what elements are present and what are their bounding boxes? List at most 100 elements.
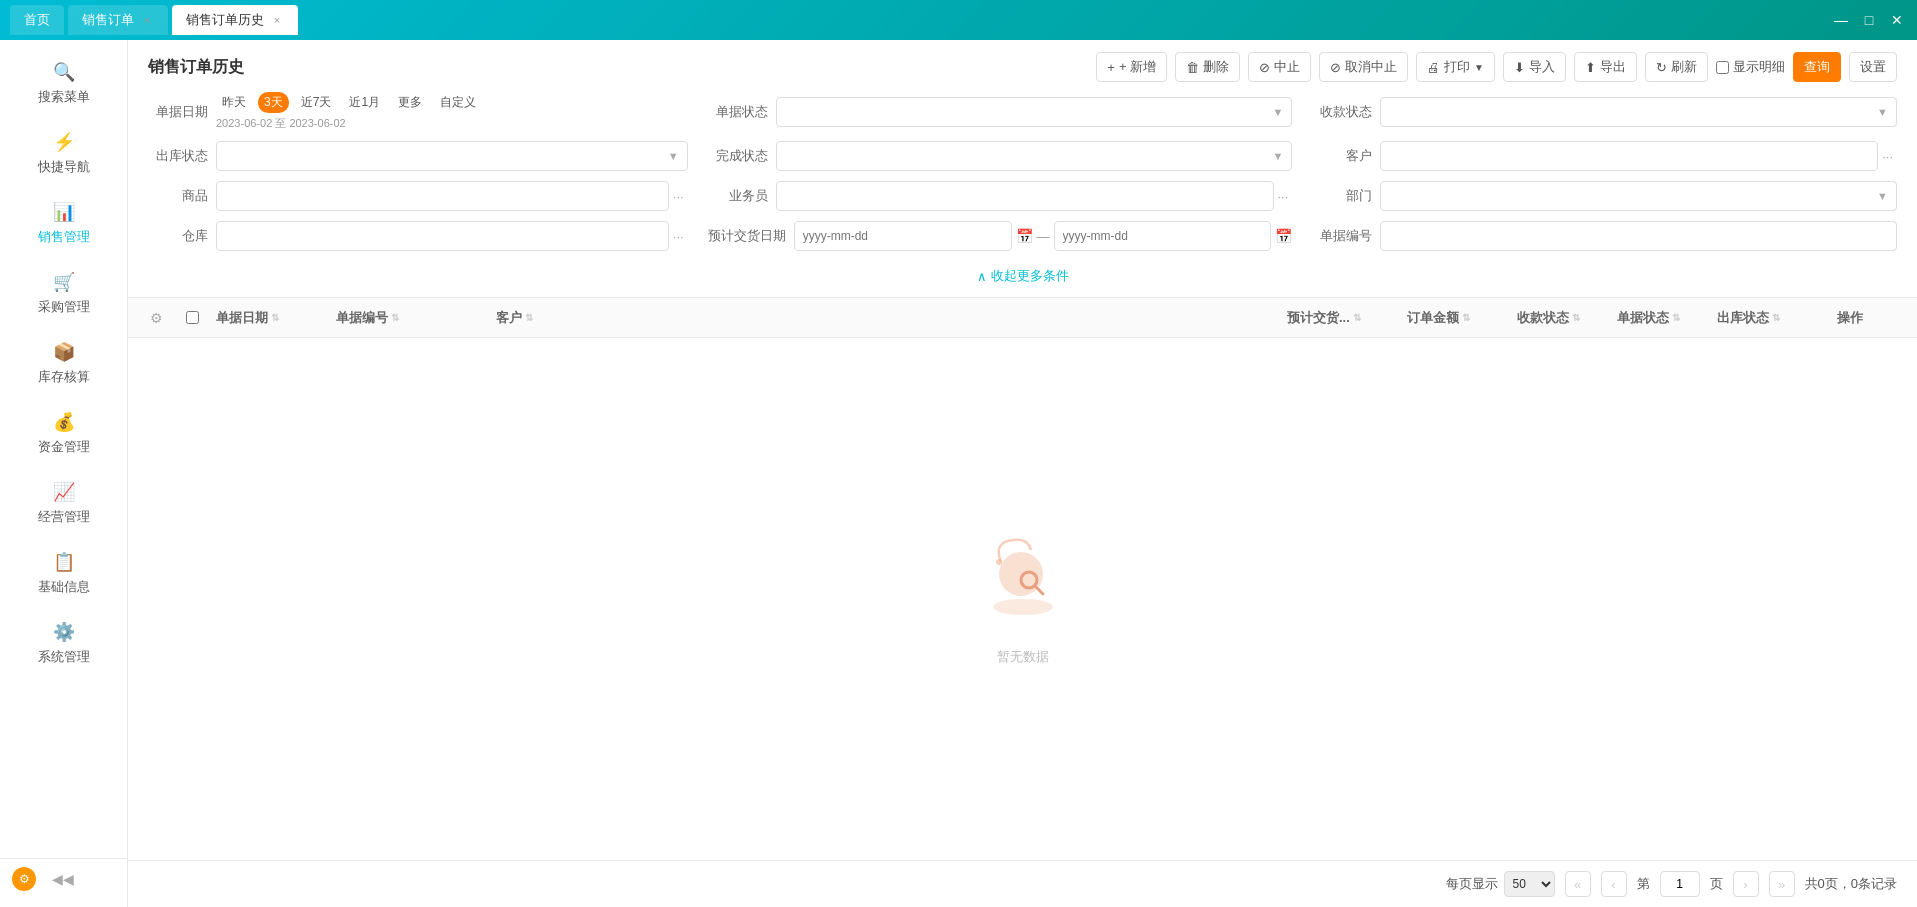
table-settings-icon[interactable]: ⚙ (150, 310, 163, 326)
doc-status-select[interactable]: ▼ (776, 97, 1293, 127)
col-receipt-status[interactable]: 收款状态 ⇅ (1509, 309, 1609, 327)
warehouse-input[interactable] (216, 221, 669, 251)
window-controls: — □ ✕ (1831, 10, 1907, 30)
display-detail-input[interactable] (1716, 61, 1729, 74)
product-label: 商品 (148, 187, 208, 205)
col-delivery-status[interactable]: 出库状态 ⇅ (1709, 309, 1829, 327)
col-doc-date-label: 单据日期 (216, 309, 268, 327)
date-tab-1month[interactable]: 近1月 (343, 92, 386, 113)
col-doc-no[interactable]: 单据编号 ⇅ (328, 309, 488, 327)
settings-button[interactable]: 设置 (1849, 52, 1897, 82)
query-button[interactable]: 查询 (1793, 52, 1841, 82)
tab-home-label: 首页 (24, 11, 50, 29)
sales-mgmt-icon: 📊 (52, 200, 76, 224)
sidebar-settings-icon[interactable]: ⚙ (12, 867, 36, 891)
date-tab-7days[interactable]: 近7天 (295, 92, 338, 113)
sidebar-item-inventory[interactable]: 📦 库存核算 (0, 328, 127, 398)
col-doc-date[interactable]: 单据日期 ⇅ (208, 309, 328, 327)
close-button[interactable]: ✕ (1887, 10, 1907, 30)
customer-input[interactable] (1380, 141, 1878, 171)
select-all-checkbox[interactable] (186, 311, 199, 324)
page-number-input[interactable] (1660, 871, 1700, 897)
completion-status-label: 完成状态 (708, 147, 768, 165)
new-button[interactable]: + + 新增 (1096, 52, 1167, 82)
sidebar-item-sales-mgmt[interactable]: 📊 销售管理 (0, 188, 127, 258)
filter-product: 商品 ··· (148, 181, 688, 211)
print-button[interactable]: 🖨 打印 ▼ (1416, 52, 1495, 82)
print-icon: 🖨 (1427, 60, 1440, 75)
collapse-button[interactable]: ∧ 收起更多条件 (148, 261, 1897, 285)
expected-delivery-label: 预计交货日期 (708, 227, 786, 245)
department-arrow-icon: ▼ (1877, 190, 1888, 202)
next-page-button[interactable]: › (1733, 871, 1759, 897)
page-label-before: 第 (1637, 875, 1650, 893)
date-tab-custom[interactable]: 自定义 (434, 92, 482, 113)
sidebar-collapse-icon[interactable]: ◀◀ (52, 871, 74, 887)
prev-page-button[interactable]: ‹ (1601, 871, 1627, 897)
tab-home[interactable]: 首页 (10, 5, 64, 35)
doc-number-input[interactable] (1380, 221, 1897, 251)
maximize-button[interactable]: □ (1859, 10, 1879, 30)
sidebar-item-basic-info[interactable]: 📋 基础信息 (0, 538, 127, 608)
last-page-button[interactable]: » (1769, 871, 1795, 897)
calendar-from-icon[interactable]: 📅 (1016, 228, 1033, 244)
completion-status-select[interactable]: ▼ (776, 141, 1293, 171)
filter-row-4: 仓库 ··· 预计交货日期 📅 — 📅 (148, 221, 1897, 251)
date-tab-3days[interactable]: 3天 (258, 92, 289, 113)
tab-sales-order-history-close[interactable]: × (270, 13, 284, 27)
refresh-button[interactable]: ↻ 刷新 (1645, 52, 1708, 82)
search-menu-icon: 🔍 (52, 60, 76, 84)
product-input[interactable] (216, 181, 669, 211)
customer-ellipsis-icon[interactable]: ··· (1878, 149, 1897, 164)
sidebar-item-sys-mgmt[interactable]: ⚙️ 系统管理 (0, 608, 127, 678)
col-customer[interactable]: 客户 ⇅ (488, 309, 1279, 327)
product-ellipsis-icon[interactable]: ··· (669, 189, 688, 204)
tab-sales-order-history[interactable]: 销售订单历史 × (172, 5, 298, 35)
cancel-stop-button[interactable]: ⊘ 取消中止 (1319, 52, 1408, 82)
tab-sales-order-close[interactable]: × (140, 13, 154, 27)
sidebar-item-basic-info-label: 基础信息 (38, 578, 90, 596)
delete-button[interactable]: 🗑 删除 (1175, 52, 1240, 82)
page-size-wrap: 每页显示 10 20 50 100 (1446, 871, 1555, 897)
receipt-status-select[interactable]: ▼ (1380, 97, 1897, 127)
first-page-button[interactable]: « (1565, 871, 1591, 897)
department-select[interactable]: ▼ (1380, 181, 1897, 211)
col-expected-delivery[interactable]: 预计交货... ⇅ (1279, 309, 1399, 327)
sales-rep-input[interactable] (776, 181, 1274, 211)
delete-icon: 🗑 (1186, 60, 1199, 75)
filter-completion-status: 完成状态 ▼ (708, 141, 1293, 171)
import-button[interactable]: ⬇ 导入 (1503, 52, 1566, 82)
first-page-icon: « (1574, 877, 1581, 892)
date-tab-more[interactable]: 更多 (392, 92, 428, 113)
page-label: 页 (1710, 875, 1723, 893)
calendar-to-icon[interactable]: 📅 (1275, 228, 1292, 244)
sidebar-item-operations[interactable]: 📈 经营管理 (0, 468, 127, 538)
export-label: 导出 (1600, 58, 1626, 76)
sidebar-item-finance[interactable]: 💰 资金管理 (0, 398, 127, 468)
filter-row-2: 出库状态 ▼ 完成状态 ▼ 客户 (148, 141, 1897, 171)
minimize-button[interactable]: — (1831, 10, 1851, 30)
sales-rep-ellipsis-icon[interactable]: ··· (1274, 189, 1293, 204)
expected-delivery-date-from[interactable] (794, 221, 1012, 251)
sidebar-item-purchase-mgmt[interactable]: 🛒 采购管理 (0, 258, 127, 328)
sidebar-item-search-menu[interactable]: 🔍 搜索菜单 (0, 48, 127, 118)
delivery-status-select[interactable]: ▼ (216, 141, 688, 171)
sidebar-bottom: ⚙ ◀◀ (0, 858, 127, 899)
display-detail-checkbox[interactable]: 显示明细 (1716, 58, 1785, 76)
page-size-select[interactable]: 10 20 50 100 (1504, 871, 1555, 897)
filter-row-3: 商品 ··· 业务员 ··· 部门 (148, 181, 1897, 211)
sidebar-item-quick-nav[interactable]: ⚡ 快捷导航 (0, 118, 127, 188)
expected-delivery-date-to[interactable] (1054, 221, 1272, 251)
stop-button[interactable]: ⊘ 中止 (1248, 52, 1311, 82)
col-actions: 操作 (1829, 309, 1909, 327)
filter-doc-date: 单据日期 昨天 3天 近7天 近1月 更多 自定义 2023-06-02 至 2… (148, 92, 688, 131)
export-button[interactable]: ⬆ 导出 (1574, 52, 1637, 82)
total-info: 共0页，0条记录 (1805, 875, 1897, 893)
date-tab-yesterday[interactable]: 昨天 (216, 92, 252, 113)
warehouse-ellipsis-icon[interactable]: ··· (669, 229, 688, 244)
col-doc-status[interactable]: 单据状态 ⇅ (1609, 309, 1709, 327)
tab-sales-order[interactable]: 销售订单 × (68, 5, 168, 35)
filter-receipt-status: 收款状态 ▼ (1312, 97, 1897, 127)
col-order-amount[interactable]: 订单金额 ⇅ (1399, 309, 1509, 327)
sidebar-item-search-menu-label: 搜索菜单 (38, 88, 90, 106)
